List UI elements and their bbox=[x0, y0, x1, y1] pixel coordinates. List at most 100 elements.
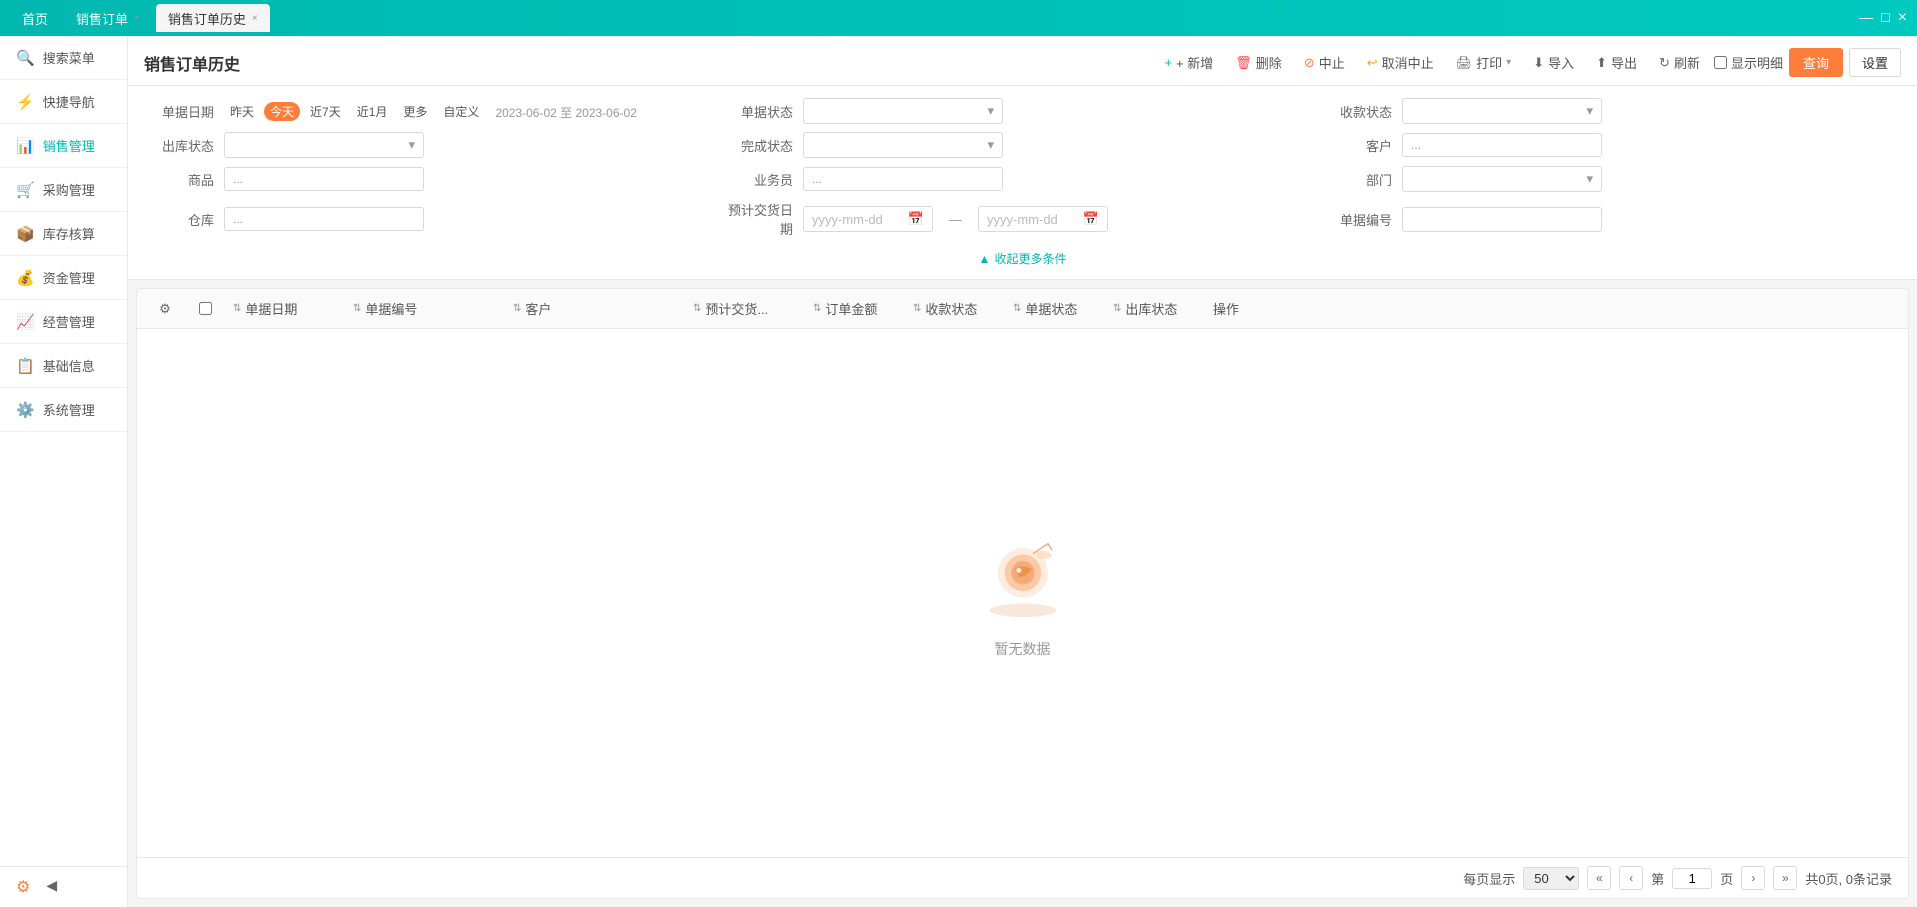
content-area: 销售订单历史 + + 新增 🗑 删除 ⊘ 中止 ↩ 取消中止 bbox=[128, 36, 1917, 907]
sidebar-settings-btn[interactable]: ⚙ bbox=[16, 877, 30, 897]
order-status-select[interactable]: ▾ bbox=[803, 98, 1003, 124]
product-control[interactable]: ... bbox=[224, 167, 723, 191]
sidebar-item-info-label: 基础信息 bbox=[43, 356, 95, 375]
salesperson-btn[interactable]: ... bbox=[803, 167, 1003, 191]
tab-sales-order-close[interactable]: × bbox=[134, 13, 140, 24]
department-control[interactable]: ▾ bbox=[1402, 166, 1901, 192]
refresh-btn[interactable]: ↻ 刷新 bbox=[1651, 49, 1708, 76]
refresh-icon: ↻ bbox=[1659, 55, 1670, 71]
shortcut-more[interactable]: 更多 bbox=[397, 102, 433, 121]
window-close-btn[interactable]: × bbox=[1898, 9, 1907, 27]
purchase-icon: 🛒 bbox=[16, 181, 35, 199]
page-title: 销售订单历史 bbox=[144, 51, 240, 75]
th-stock-status[interactable]: ⇅ 出库状态 bbox=[1105, 299, 1205, 318]
top-bar: 首页 销售订单 × 销售订单历史 × — □ × bbox=[0, 0, 1917, 36]
complete-status-select[interactable]: ▾ bbox=[803, 132, 1003, 158]
tab-sales-order[interactable]: 销售订单 × bbox=[64, 4, 152, 32]
payment-status-control[interactable]: ▾ bbox=[1402, 98, 1901, 124]
complete-status-dropdown-icon: ▾ bbox=[987, 137, 994, 153]
tab-sales-order-history[interactable]: 销售订单历史 × bbox=[156, 4, 270, 32]
warehouse-control[interactable]: ... bbox=[224, 207, 723, 231]
complete-status-control[interactable]: ▾ bbox=[803, 132, 1302, 158]
expected-date-to[interactable]: yyyy-mm-dd 📅 bbox=[978, 206, 1108, 232]
export-btn[interactable]: ⬆ 导出 bbox=[1588, 49, 1645, 76]
sidebar-item-operations[interactable]: 📈 经营管理 bbox=[0, 300, 127, 344]
th-settings[interactable]: ⚙ bbox=[145, 301, 185, 317]
expected-date-from[interactable]: yyyy-mm-dd 📅 bbox=[803, 206, 933, 232]
sidebar-item-system[interactable]: ⚙️ 系统管理 bbox=[0, 388, 127, 432]
order-no-control[interactable] bbox=[1402, 207, 1901, 232]
tab-home[interactable]: 首页 bbox=[10, 4, 60, 32]
first-page-btn[interactable]: « bbox=[1587, 866, 1611, 890]
th-amount[interactable]: ⇅ 订单金额 bbox=[805, 299, 905, 318]
stop-label: 中止 bbox=[1319, 53, 1345, 72]
salesperson-label: 业务员 bbox=[723, 170, 803, 189]
warehouse-btn[interactable]: ... bbox=[224, 207, 424, 231]
next-page-btn[interactable]: › bbox=[1741, 866, 1765, 890]
th-order-status[interactable]: ⇅ 单据状态 bbox=[1005, 299, 1105, 318]
query-btn[interactable]: 查询 bbox=[1789, 48, 1843, 77]
th-customer[interactable]: ⇅ 客户 bbox=[505, 299, 685, 318]
delivery-status-control[interactable]: ▾ bbox=[224, 132, 723, 158]
page-size-select[interactable]: 50 20 100 bbox=[1523, 867, 1579, 890]
new-label: + 新增 bbox=[1176, 53, 1213, 72]
order-no-input[interactable] bbox=[1402, 207, 1602, 232]
date-range-text: 2023-06-02 至 2023-06-02 bbox=[495, 104, 636, 121]
show-detail-toggle[interactable]: 显示明细 bbox=[1714, 53, 1783, 72]
shortcut-today[interactable]: 今天 bbox=[264, 102, 300, 121]
sidebar-item-sales-mgmt[interactable]: 📊 销售管理 bbox=[0, 124, 127, 168]
page-header: 销售订单历史 + + 新增 🗑 删除 ⊘ 中止 ↩ 取消中止 bbox=[128, 36, 1917, 86]
th-delivery[interactable]: ⇅ 预计交货... bbox=[685, 299, 805, 318]
shortcut-custom[interactable]: 自定义 bbox=[437, 102, 485, 121]
sidebar-item-quick-nav[interactable]: ⚡ 快捷导航 bbox=[0, 80, 127, 124]
filter-row-warehouse: 仓库 ... 预计交货日期 yyyy-mm-dd 📅 — yyyy-mm-dd … bbox=[144, 200, 1901, 238]
prev-page-btn[interactable]: ‹ bbox=[1619, 866, 1643, 890]
th-no[interactable]: ⇅ 单据编号 bbox=[345, 299, 505, 318]
last-page-btn[interactable]: » bbox=[1773, 866, 1797, 890]
sidebar-collapse-btn[interactable]: ◀ bbox=[46, 877, 57, 897]
th-checkbox[interactable] bbox=[185, 302, 225, 315]
order-status-control[interactable]: ▾ bbox=[803, 98, 1302, 124]
customer-btn[interactable]: ... bbox=[1402, 133, 1602, 157]
date-label: 单据日期 bbox=[144, 102, 224, 121]
sidebar-item-sales-label: 销售管理 bbox=[43, 136, 95, 155]
customer-control[interactable]: ... bbox=[1402, 133, 1901, 157]
shortcut-yesterday[interactable]: 昨天 bbox=[224, 102, 260, 121]
sidebar-item-search-menu[interactable]: 🔍 搜索菜单 bbox=[0, 36, 127, 80]
delivery-status-label: 出库状态 bbox=[144, 136, 224, 155]
tab-sales-order-history-close[interactable]: × bbox=[252, 13, 258, 24]
window-max-btn[interactable]: □ bbox=[1881, 9, 1889, 27]
delivery-status-select[interactable]: ▾ bbox=[224, 132, 424, 158]
new-btn[interactable]: + + 新增 bbox=[1156, 49, 1221, 76]
sidebar-item-inventory[interactable]: 📦 库存核算 bbox=[0, 212, 127, 256]
show-detail-checkbox[interactable] bbox=[1714, 56, 1727, 69]
page-size-label: 每页显示 bbox=[1463, 869, 1515, 888]
current-page-input[interactable] bbox=[1672, 868, 1712, 889]
print-label: 打印 bbox=[1476, 53, 1502, 72]
table-area: ⚙ ⇅ 单据日期 ⇅ 单据编号 ⇅ 客户 ⇅ bbox=[136, 288, 1909, 899]
product-btn[interactable]: ... bbox=[224, 167, 424, 191]
sidebar-item-finance[interactable]: 💰 资金管理 bbox=[0, 256, 127, 300]
collapse-btn[interactable]: ▲ 收起更多条件 bbox=[979, 250, 1067, 267]
sales-icon: 📊 bbox=[16, 137, 35, 155]
date-to-placeholder: yyyy-mm-dd bbox=[987, 212, 1058, 227]
print-btn[interactable]: 🖨 打印 ▾ bbox=[1448, 49, 1520, 76]
payment-status-select[interactable]: ▾ bbox=[1402, 98, 1602, 124]
settings-btn[interactable]: 设置 bbox=[1849, 48, 1901, 77]
page-suffix: 页 bbox=[1720, 869, 1733, 888]
shortcut-1month[interactable]: 近1月 bbox=[351, 102, 394, 121]
window-min-btn[interactable]: — bbox=[1859, 9, 1873, 27]
import-btn[interactable]: ⬇ 导入 bbox=[1525, 49, 1582, 76]
sidebar-item-info[interactable]: 📋 基础信息 bbox=[0, 344, 127, 388]
th-date[interactable]: ⇅ 单据日期 bbox=[225, 299, 345, 318]
department-select[interactable]: ▾ bbox=[1402, 166, 1602, 192]
sidebar-item-purchase-mgmt[interactable]: 🛒 采购管理 bbox=[0, 168, 127, 212]
th-payment[interactable]: ⇅ 收款状态 bbox=[905, 299, 1005, 318]
stop-btn[interactable]: ⊘ 中止 bbox=[1296, 49, 1353, 76]
select-all-checkbox[interactable] bbox=[199, 302, 212, 315]
salesperson-control[interactable]: ... bbox=[803, 167, 1302, 191]
filter-row-product: 商品 ... 业务员 ... 部门 ▾ bbox=[144, 166, 1901, 192]
cancel-stop-btn[interactable]: ↩ 取消中止 bbox=[1359, 49, 1442, 76]
delete-btn[interactable]: 🗑 删除 bbox=[1227, 49, 1290, 76]
shortcut-7days[interactable]: 近7天 bbox=[304, 102, 347, 121]
